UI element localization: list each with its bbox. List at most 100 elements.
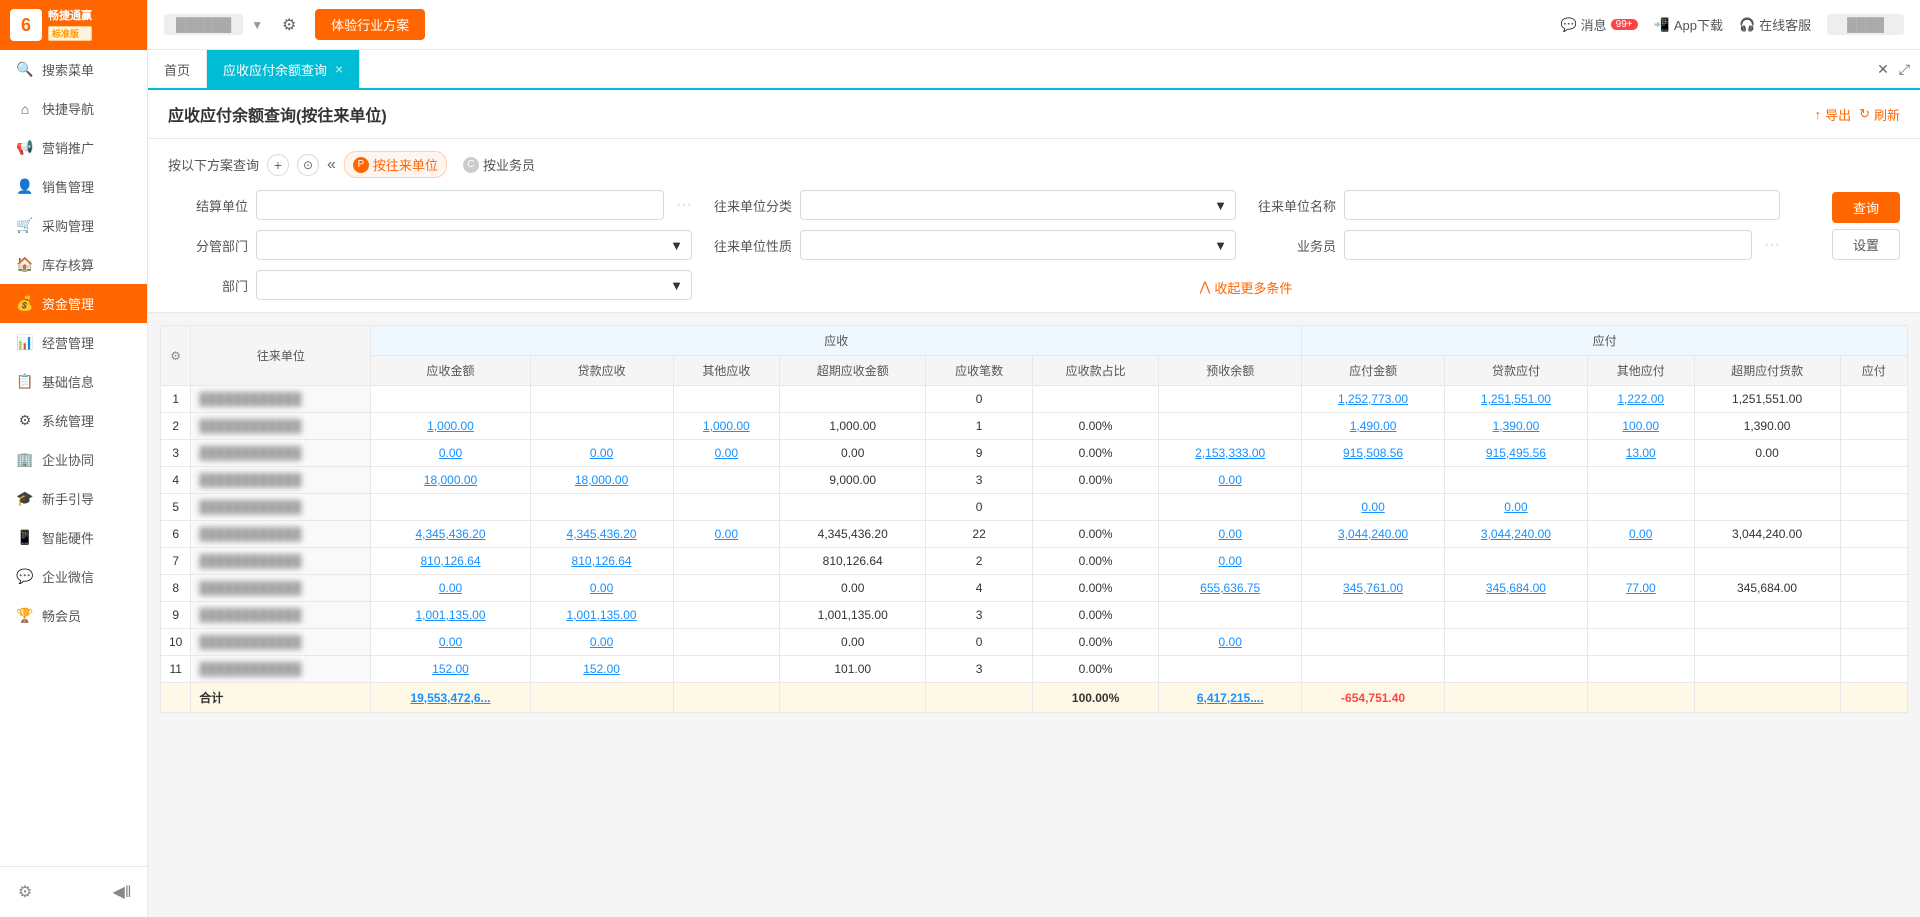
- table-cell-data[interactable]: 0.00: [1159, 629, 1302, 656]
- table-cell-data[interactable]: 655,636.75: [1159, 575, 1302, 602]
- table-cell-data[interactable]: 0.00: [1159, 467, 1302, 494]
- table-cell-data[interactable]: 0.00: [1587, 521, 1694, 548]
- table-cell-data[interactable]: 0.00: [371, 629, 530, 656]
- table-cell-data[interactable]: 152.00: [371, 656, 530, 683]
- table-cell-data[interactable]: 18,000.00: [371, 467, 530, 494]
- sidebar-item-guide[interactable]: 🎓 新手引导: [0, 479, 147, 518]
- table-cell-data[interactable]: 77.00: [1587, 575, 1694, 602]
- settings-button[interactable]: 设置: [1832, 229, 1900, 260]
- sidebar-item-warehouse[interactable]: 🏠 库存核算: [0, 245, 147, 284]
- table-cell-data[interactable]: 1,222.00: [1587, 386, 1694, 413]
- table-cell-data[interactable]: 0.00: [371, 440, 530, 467]
- message-button[interactable]: 💬 消息 99+: [1560, 15, 1637, 34]
- tab-close-window-icon[interactable]: ✕: [1877, 61, 1889, 78]
- table-footer-ar-prepaid[interactable]: 6,417,215....: [1159, 683, 1302, 713]
- table-cell-data: [1445, 467, 1588, 494]
- table-cell-data[interactable]: 810,126.64: [530, 548, 673, 575]
- sidebar-item-enterprise[interactable]: 🏢 企业协同: [0, 440, 147, 479]
- table-cell-data[interactable]: 345,684.00: [1445, 575, 1588, 602]
- table-cell-data[interactable]: 0.00: [530, 629, 673, 656]
- filter-dept-select[interactable]: ▼: [256, 230, 692, 260]
- table-cell-data[interactable]: 0.00: [371, 575, 530, 602]
- table-cell-data[interactable]: 1,390.00: [1445, 413, 1588, 440]
- table-cell-data[interactable]: 0.00: [673, 440, 780, 467]
- member-icon: 🏆: [16, 607, 34, 625]
- sidebar-item-quicknav[interactable]: ⌂ 快捷导航: [0, 89, 147, 128]
- table-cell-data: [673, 575, 780, 602]
- filter-dots2-icon[interactable]: ···: [1764, 236, 1780, 254]
- filter-setting-button[interactable]: ⊙: [297, 154, 319, 176]
- sidebar-item-system[interactable]: ⚙ 系统管理: [0, 401, 147, 440]
- filter-add-button[interactable]: +: [267, 154, 289, 176]
- filter-more-button[interactable]: ⋀ 收起更多条件: [1200, 274, 1293, 300]
- table-cell-data[interactable]: 915,508.56: [1302, 440, 1445, 467]
- filter-salesman-input[interactable]: [1344, 230, 1752, 260]
- table-cell-data[interactable]: 3,044,240.00: [1302, 521, 1445, 548]
- tab-home[interactable]: 首页: [148, 50, 207, 88]
- table-cell-data: [1302, 602, 1445, 629]
- sidebar-item-hardware[interactable]: 📱 智能硬件: [0, 518, 147, 557]
- table-cell-data[interactable]: 1,001,135.00: [371, 602, 530, 629]
- filter-option-partner[interactable]: P 按往来单位: [344, 151, 447, 178]
- table-cell-data[interactable]: 1,001,135.00: [530, 602, 673, 629]
- sidebar-item-basic[interactable]: 📋 基础信息: [0, 362, 147, 401]
- table-cell-data[interactable]: 0.00: [1159, 521, 1302, 548]
- table-cell-data[interactable]: 4,345,436.20: [530, 521, 673, 548]
- tab-expand-icon[interactable]: ⤢: [1899, 61, 1910, 78]
- filter-name-input[interactable]: [1344, 190, 1780, 220]
- table-cell-data[interactable]: 0.00: [1445, 494, 1588, 521]
- table-cell-data[interactable]: 0.00: [1159, 548, 1302, 575]
- tab-ar-query[interactable]: 应收应付余额查询 ×: [207, 50, 360, 88]
- filter-option-salesman[interactable]: C 按业务员: [455, 152, 543, 177]
- nav-gear-button[interactable]: ⚙: [275, 11, 303, 39]
- table-cell-data[interactable]: 0.00: [1302, 494, 1445, 521]
- refresh-button[interactable]: ↻ 刷新: [1859, 105, 1900, 124]
- table-cell-data[interactable]: 4,345,436.20: [371, 521, 530, 548]
- sidebar-settings-btn[interactable]: ⚙: [10, 877, 40, 907]
- table-cell-data[interactable]: 345,761.00: [1302, 575, 1445, 602]
- sidebar-item-finance[interactable]: 💰 资金管理: [0, 284, 147, 323]
- table-cell-data[interactable]: 1,000.00: [673, 413, 780, 440]
- query-button[interactable]: 查询: [1832, 192, 1900, 223]
- filter-settlement-input[interactable]: [256, 190, 664, 220]
- table-cell-data[interactable]: 0.00: [673, 521, 780, 548]
- solution-button[interactable]: 体验行业方案: [315, 9, 425, 40]
- table-settings-icon[interactable]: ⚙: [169, 349, 182, 363]
- table-cell-data[interactable]: 100.00: [1587, 413, 1694, 440]
- table-cell-data[interactable]: 0.00: [530, 440, 673, 467]
- sidebar-item-marketing[interactable]: 📢 营销推广: [0, 128, 147, 167]
- filter-dots-icon[interactable]: ···: [676, 196, 692, 214]
- sidebar-item-label: 系统管理: [42, 411, 94, 430]
- sidebar-item-member[interactable]: 🏆 畅会员: [0, 596, 147, 635]
- filter-nature-select[interactable]: ▼: [800, 230, 1236, 260]
- table-cell-data[interactable]: 13.00: [1587, 440, 1694, 467]
- sidebar-item-sales[interactable]: 👤 销售管理: [0, 167, 147, 206]
- table-cell-data[interactable]: 810,126.64: [371, 548, 530, 575]
- online-service-button[interactable]: 🎧 在线客服: [1739, 15, 1811, 34]
- table-cell-data[interactable]: 3,044,240.00: [1445, 521, 1588, 548]
- table-cell-data[interactable]: 1,251,551.00: [1445, 386, 1588, 413]
- table-cell-data[interactable]: 0.00: [530, 575, 673, 602]
- sidebar-collapse-btn[interactable]: ◀‖: [107, 877, 137, 907]
- table-cell-data[interactable]: 915,495.56: [1445, 440, 1588, 467]
- sidebar-item-operation[interactable]: 📊 经营管理: [0, 323, 147, 362]
- table-cell-data[interactable]: 1,000.00: [371, 413, 530, 440]
- filter-category-select[interactable]: ▼: [800, 190, 1236, 220]
- table-cell-data[interactable]: 152.00: [530, 656, 673, 683]
- sidebar-item-purchase[interactable]: 🛒 采购管理: [0, 206, 147, 245]
- table-cell-data[interactable]: 2,153,333.00: [1159, 440, 1302, 467]
- table-cell-data[interactable]: 18,000.00: [530, 467, 673, 494]
- filter-collapse-button[interactable]: «: [327, 156, 336, 174]
- sidebar-item-wechat[interactable]: 💬 企业微信: [0, 557, 147, 596]
- table-cell-data: [673, 494, 780, 521]
- tab-close-button[interactable]: ×: [335, 61, 343, 77]
- app-download-button[interactable]: 📲 App下载: [1654, 15, 1723, 34]
- user-avatar[interactable]: ████: [1827, 17, 1904, 32]
- filter-section: 按以下方案查询 + ⊙ « P 按往来单位 C 按业务员: [148, 139, 1920, 313]
- export-button[interactable]: ↑ 导出: [1815, 105, 1852, 124]
- sidebar-item-search[interactable]: 🔍 搜索菜单: [0, 50, 147, 89]
- table-cell-data[interactable]: 1,252,773.00: [1302, 386, 1445, 413]
- table-footer-ar-amount[interactable]: 19,553,472,6...: [371, 683, 530, 713]
- filter-subdept-select[interactable]: ▼: [256, 270, 692, 300]
- table-cell-data[interactable]: 1,490.00: [1302, 413, 1445, 440]
